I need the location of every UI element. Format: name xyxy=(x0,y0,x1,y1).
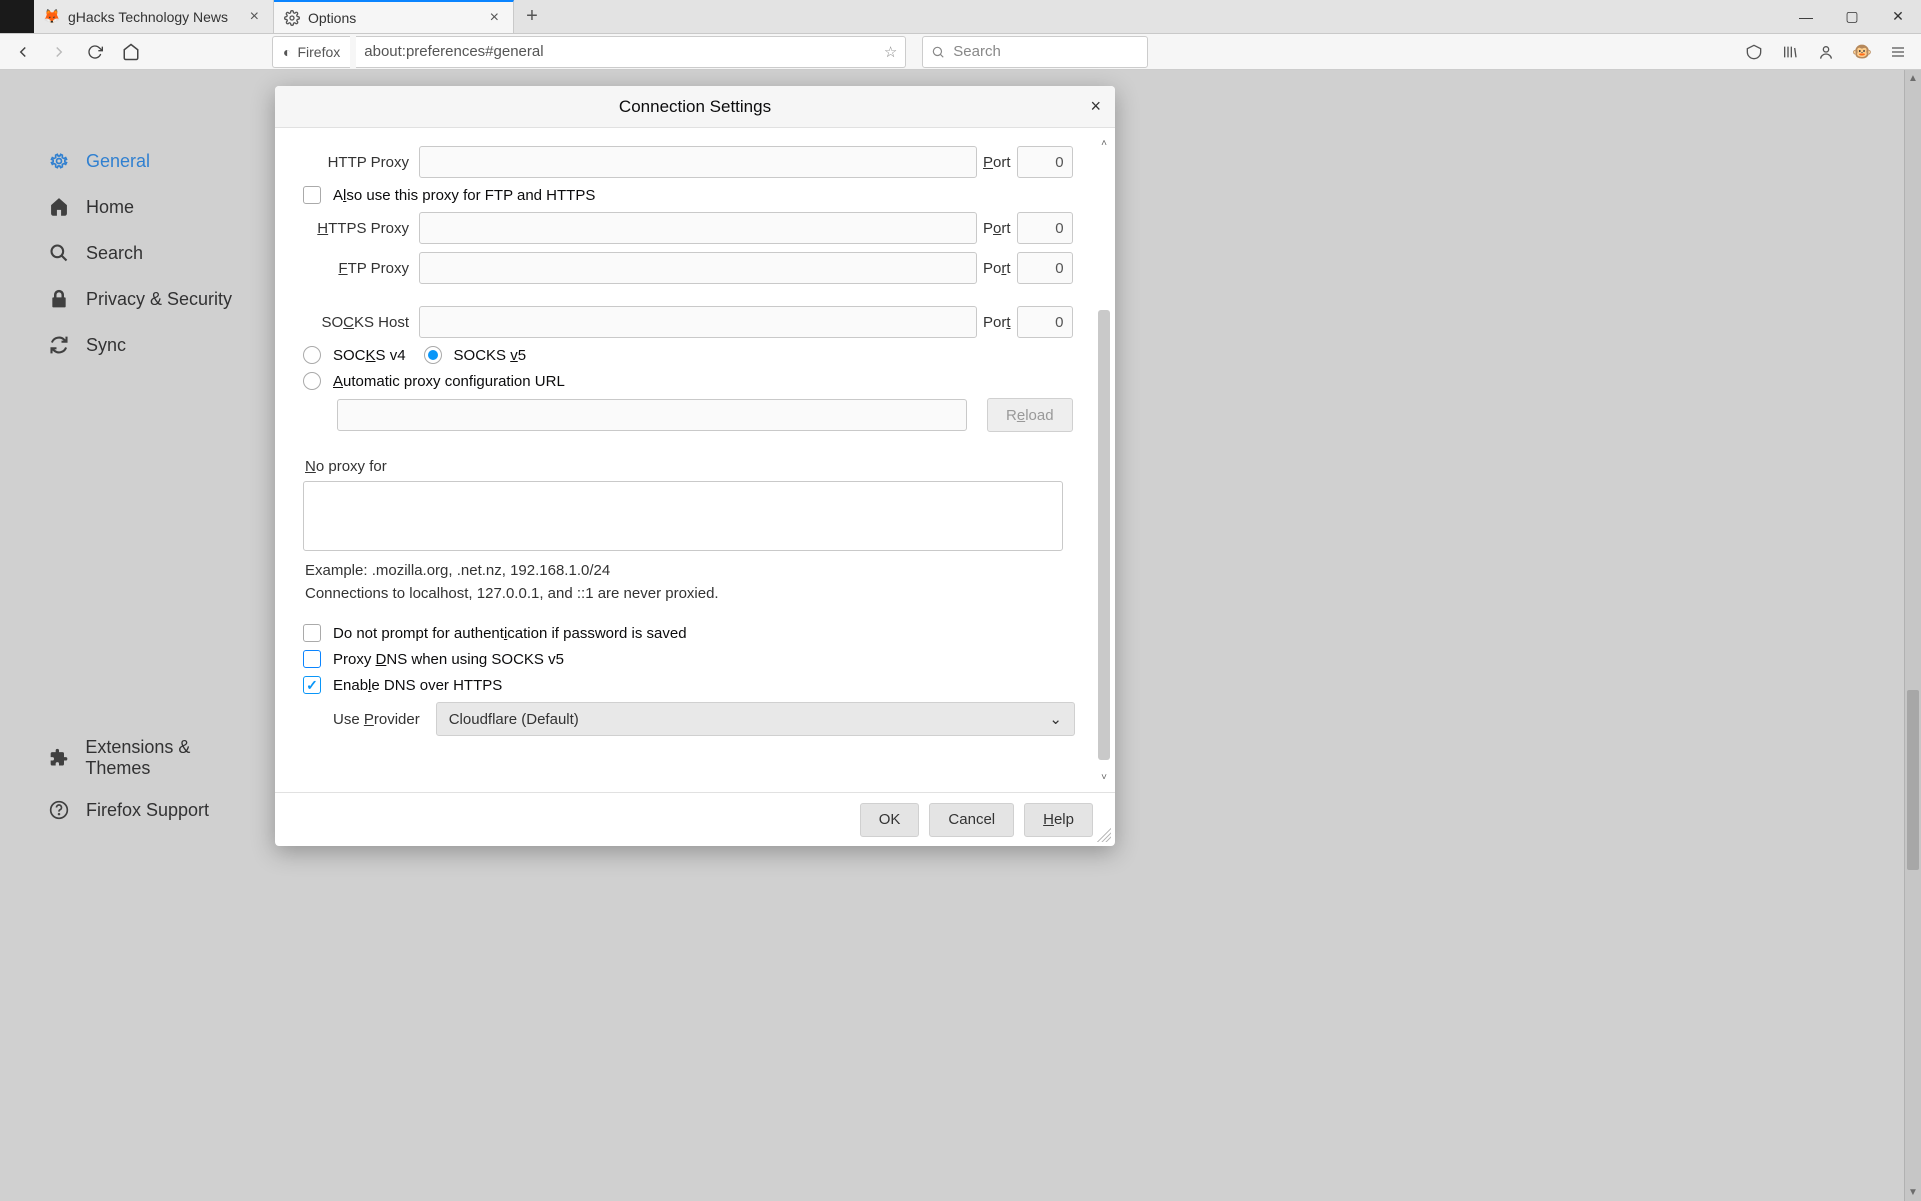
socks-v4-label: SOCKS v4 xyxy=(333,347,406,364)
search-icon xyxy=(931,45,945,59)
library-button[interactable] xyxy=(1775,37,1805,67)
scroll-up-icon[interactable]: ˄ xyxy=(1097,136,1111,150)
cancel-button[interactable]: Cancel xyxy=(929,803,1014,837)
no-prompt-checkbox[interactable] xyxy=(303,624,321,642)
ghacks-favicon: 🦊 xyxy=(44,9,60,25)
search-placeholder: Search xyxy=(953,43,1001,60)
port-label: Port xyxy=(983,314,1011,331)
port-label: Port xyxy=(983,220,1011,237)
localhost-text: Connections to localhost, 127.0.0.1, and… xyxy=(305,585,1073,602)
no-proxy-textarea[interactable] xyxy=(303,481,1063,551)
monkey-icon[interactable]: 🐵 xyxy=(1847,37,1877,67)
ftp-proxy-input[interactable] xyxy=(419,252,977,284)
window-controls: — ▢ ✕ xyxy=(1783,0,1921,33)
auto-proxy-radio[interactable] xyxy=(303,372,321,390)
pocket-button[interactable] xyxy=(1739,37,1769,67)
firefox-icon: ◐ xyxy=(283,44,291,60)
socks-port-input[interactable] xyxy=(1017,306,1073,338)
close-icon[interactable]: × xyxy=(486,9,503,27)
close-icon[interactable]: × xyxy=(246,8,263,26)
close-icon[interactable]: × xyxy=(1090,96,1101,117)
proxy-dns-label: Proxy DNS when using SOCKS v5 xyxy=(333,651,564,668)
hamburger-menu-button[interactable] xyxy=(1883,37,1913,67)
new-tab-button[interactable]: + xyxy=(514,0,550,33)
enable-doh-label: Enable DNS over HTTPS xyxy=(333,677,502,694)
close-window-button[interactable]: ✕ xyxy=(1875,0,1921,33)
dialog-body: HTTP Proxy Port Also use this proxy for … xyxy=(275,128,1115,792)
identity-box[interactable]: ◐ Firefox xyxy=(272,36,350,68)
scrollbar-thumb[interactable] xyxy=(1098,310,1110,760)
provider-value: Cloudflare (Default) xyxy=(449,711,579,728)
http-proxy-input[interactable] xyxy=(419,146,977,178)
ftp-proxy-label: FTP Proxy xyxy=(303,260,413,277)
bookmark-star-icon[interactable]: ☆ xyxy=(884,43,897,61)
gear-icon xyxy=(284,10,300,26)
search-bar[interactable]: Search xyxy=(922,36,1148,68)
home-button[interactable] xyxy=(116,37,146,67)
port-label: Port xyxy=(983,260,1011,277)
account-button[interactable] xyxy=(1811,37,1841,67)
scroll-down-icon[interactable]: ˅ xyxy=(1097,770,1111,784)
socks-v5-radio[interactable] xyxy=(424,346,442,364)
maximize-button[interactable]: ▢ xyxy=(1829,0,1875,33)
also-use-label: Also use this proxy for FTP and HTTPS xyxy=(333,187,595,204)
minimize-button[interactable]: — xyxy=(1783,0,1829,33)
ok-button[interactable]: OK xyxy=(860,803,920,837)
reload-button[interactable] xyxy=(80,37,110,67)
https-proxy-input[interactable] xyxy=(419,212,977,244)
port-label: Port xyxy=(983,154,1011,171)
app-menu-square[interactable] xyxy=(0,0,34,33)
tab-strip: 🦊 gHacks Technology News × Options × + —… xyxy=(0,0,1921,34)
tab-ghacks[interactable]: 🦊 gHacks Technology News × xyxy=(34,0,274,33)
auto-proxy-url-input[interactable] xyxy=(337,399,967,431)
dialog-header: Connection Settings × xyxy=(275,86,1115,128)
enable-doh-checkbox[interactable] xyxy=(303,676,321,694)
socks-host-label: SOCKS Host xyxy=(303,314,413,331)
url-text: about:preferences#general xyxy=(364,43,543,60)
https-proxy-label: HTTPS Proxy xyxy=(303,220,413,237)
dialog-title: Connection Settings xyxy=(619,97,771,117)
http-proxy-label: HTTP Proxy xyxy=(303,154,413,171)
http-port-input[interactable] xyxy=(1017,146,1073,178)
proxy-dns-checkbox[interactable] xyxy=(303,650,321,668)
connection-settings-dialog: Connection Settings × HTTP Proxy Port Al… xyxy=(275,86,1115,846)
url-bar[interactable]: about:preferences#general ☆ xyxy=(356,36,906,68)
no-proxy-label: No proxy for xyxy=(305,458,1073,475)
help-button[interactable]: Help xyxy=(1024,803,1093,837)
dialog-scrollbar[interactable]: ˄ ˅ xyxy=(1097,136,1111,784)
tab-options[interactable]: Options × xyxy=(274,0,514,33)
socks-host-input[interactable] xyxy=(419,306,977,338)
reload-button[interactable]: Reload xyxy=(987,398,1073,432)
ftp-port-input[interactable] xyxy=(1017,252,1073,284)
socks-v5-label: SOCKS v5 xyxy=(454,347,527,364)
provider-dropdown[interactable]: Cloudflare (Default) ⌄ xyxy=(436,702,1075,736)
https-port-input[interactable] xyxy=(1017,212,1073,244)
tab-label: gHacks Technology News xyxy=(68,9,238,25)
back-button[interactable] xyxy=(8,37,38,67)
resize-grip[interactable] xyxy=(1097,828,1111,842)
identity-label: Firefox xyxy=(297,44,340,60)
dialog-footer: OK Cancel Help xyxy=(275,792,1115,846)
example-text: Example: .mozilla.org, .net.nz, 192.168.… xyxy=(305,562,1073,579)
use-provider-label: Use Provider xyxy=(333,711,420,728)
chevron-down-icon: ⌄ xyxy=(1049,710,1062,728)
no-prompt-label: Do not prompt for authentication if pass… xyxy=(333,625,687,642)
nav-toolbar: ◐ Firefox about:preferences#general ☆ Se… xyxy=(0,34,1921,70)
auto-proxy-label: Automatic proxy configuration URL xyxy=(333,373,565,390)
tab-label: Options xyxy=(308,10,478,26)
socks-v4-radio[interactable] xyxy=(303,346,321,364)
also-use-checkbox[interactable] xyxy=(303,186,321,204)
forward-button[interactable] xyxy=(44,37,74,67)
